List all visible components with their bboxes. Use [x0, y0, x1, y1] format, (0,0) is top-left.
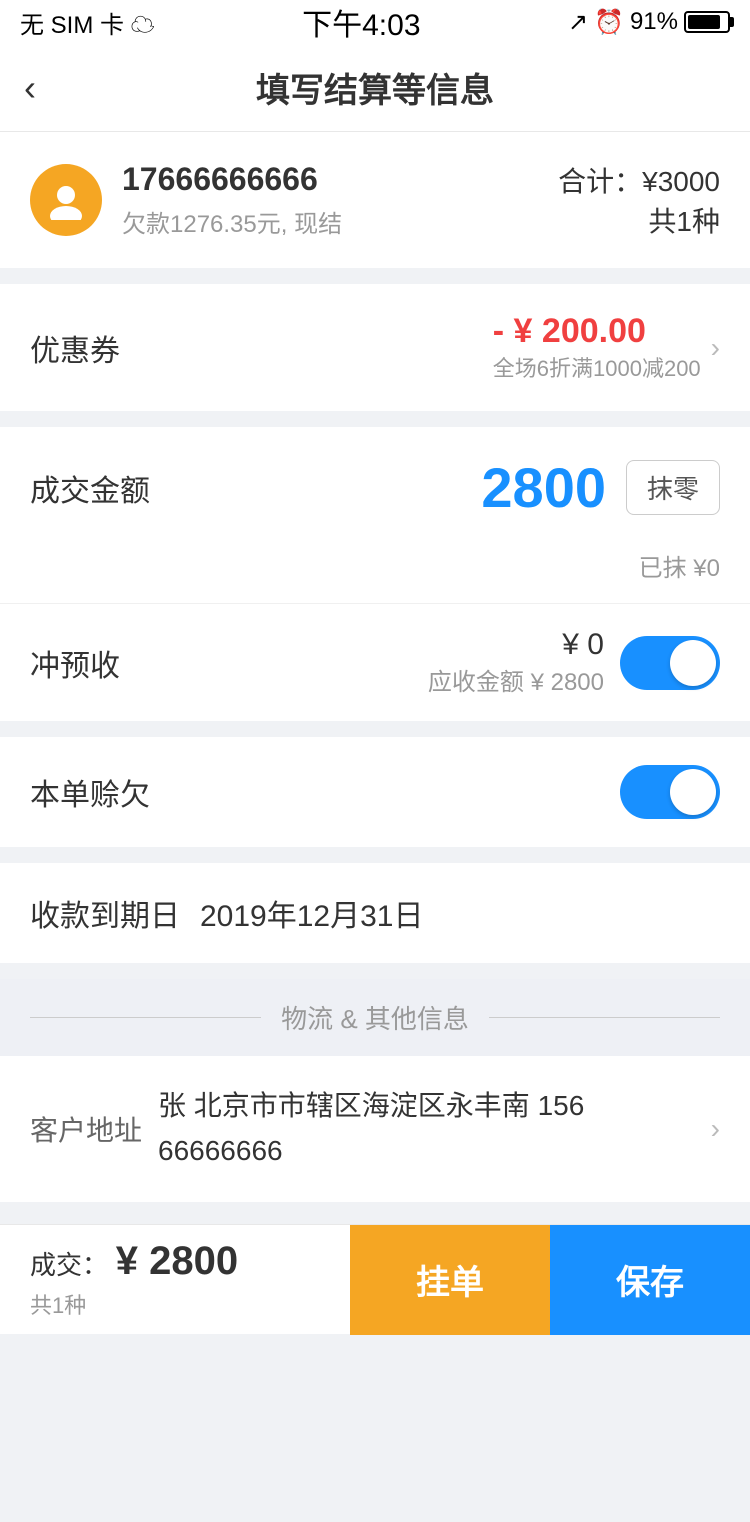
address-row[interactable]: 客户地址 张 北京市市辖区海淀区永丰南 156 66666666 ›: [0, 1056, 750, 1202]
hold-button[interactable]: 挂单: [350, 1225, 550, 1335]
sim-label: 无 SIM 卡 ☁: [20, 5, 155, 40]
page-title: 填写结算等信息: [256, 63, 494, 112]
status-right: ↗ ⏰ 91%: [568, 8, 730, 37]
location-icon: ↗: [568, 8, 588, 37]
debt-toggle-knob: [670, 769, 716, 815]
prepay-amount: ¥ 0: [428, 628, 604, 662]
status-left: 无 SIM 卡 ☁: [20, 5, 155, 40]
amount-label: 成交金额: [30, 466, 150, 510]
avatar: [30, 164, 102, 236]
customer-debt: 欠款1276.35元, 现结: [122, 204, 342, 239]
amount-section: 成交金额 2800 抹零 已抹 ¥0 冲预收 ¥ 0 应收金额 ¥ 2800: [0, 427, 750, 721]
coupon-row[interactable]: 优惠券 - ¥ 200.00 全场6折满1000减200 ›: [0, 284, 750, 411]
bottom-prefix-label: 成交：: [30, 1250, 108, 1280]
status-time: 下午4:03: [302, 0, 420, 44]
address-label: 客户地址: [30, 1109, 142, 1149]
debt-row: 本单赊欠: [0, 737, 750, 847]
coupon-label: 优惠券: [30, 326, 120, 370]
customer-total: 合计：¥3000 共1种: [558, 160, 720, 240]
customer-info: 17666666666 欠款1276.35元, 现结: [122, 161, 342, 239]
prepay-toggle[interactable]: [620, 636, 720, 690]
alarm-icon: ⏰: [594, 8, 624, 37]
toggle-knob: [670, 640, 716, 686]
battery-label: 91%: [630, 8, 678, 36]
coupon-desc: 全场6折满1000减200: [493, 351, 701, 383]
count-label: 共1种: [558, 200, 720, 240]
bottom-info: 成交： ¥ 2800 共1种: [0, 1239, 350, 1320]
back-button[interactable]: ‹: [24, 67, 36, 109]
customer-card: 17666666666 欠款1276.35元, 现结 合计：¥3000 共1种: [0, 132, 750, 268]
due-date-value: 2019年12月31日: [200, 891, 423, 935]
due-date-label: 收款到期日: [30, 891, 180, 935]
chevron-right-icon: ›: [711, 332, 720, 364]
logistics-header: 物流 & 其他信息: [0, 979, 750, 1056]
amount-value: 2800: [481, 455, 606, 520]
amount-sub-label: 已抹 ¥0: [0, 548, 750, 603]
prepay-label: 冲预收: [30, 641, 120, 685]
status-bar: 无 SIM 卡 ☁ 下午4:03 ↗ ⏰ 91%: [0, 0, 750, 44]
prepay-row: 冲预收 ¥ 0 应收金额 ¥ 2800: [0, 603, 750, 721]
debt-toggle[interactable]: [620, 765, 720, 819]
divider-line-left: [30, 1017, 261, 1018]
total-label: 合计：¥3000: [558, 160, 720, 200]
address-value: 张 北京市市辖区海淀区永丰南 156 66666666: [142, 1084, 711, 1174]
amount-row: 成交金额 2800 抹零: [0, 427, 750, 548]
logistics-label: 物流 & 其他信息: [281, 999, 469, 1036]
debt-label: 本单赊欠: [30, 770, 150, 814]
coupon-amount: - ¥ 200.00: [493, 312, 701, 351]
bottom-count: 共1种: [30, 1288, 320, 1320]
nav-bar: ‹ 填写结算等信息: [0, 44, 750, 132]
address-chevron-icon: ›: [711, 1113, 720, 1145]
divider-line-right: [489, 1017, 720, 1018]
bottom-bar: 成交： ¥ 2800 共1种 挂单 保存: [0, 1224, 750, 1334]
round-zero-button[interactable]: 抹零: [626, 460, 720, 515]
due-date-row: 收款到期日 2019年12月31日: [0, 863, 750, 963]
save-button[interactable]: 保存: [550, 1225, 750, 1335]
bottom-amount: ¥ 2800: [116, 1239, 238, 1283]
prepay-sub: 应收金额 ¥ 2800: [428, 662, 604, 697]
battery-icon: [684, 11, 730, 33]
customer-phone: 17666666666: [122, 161, 342, 198]
